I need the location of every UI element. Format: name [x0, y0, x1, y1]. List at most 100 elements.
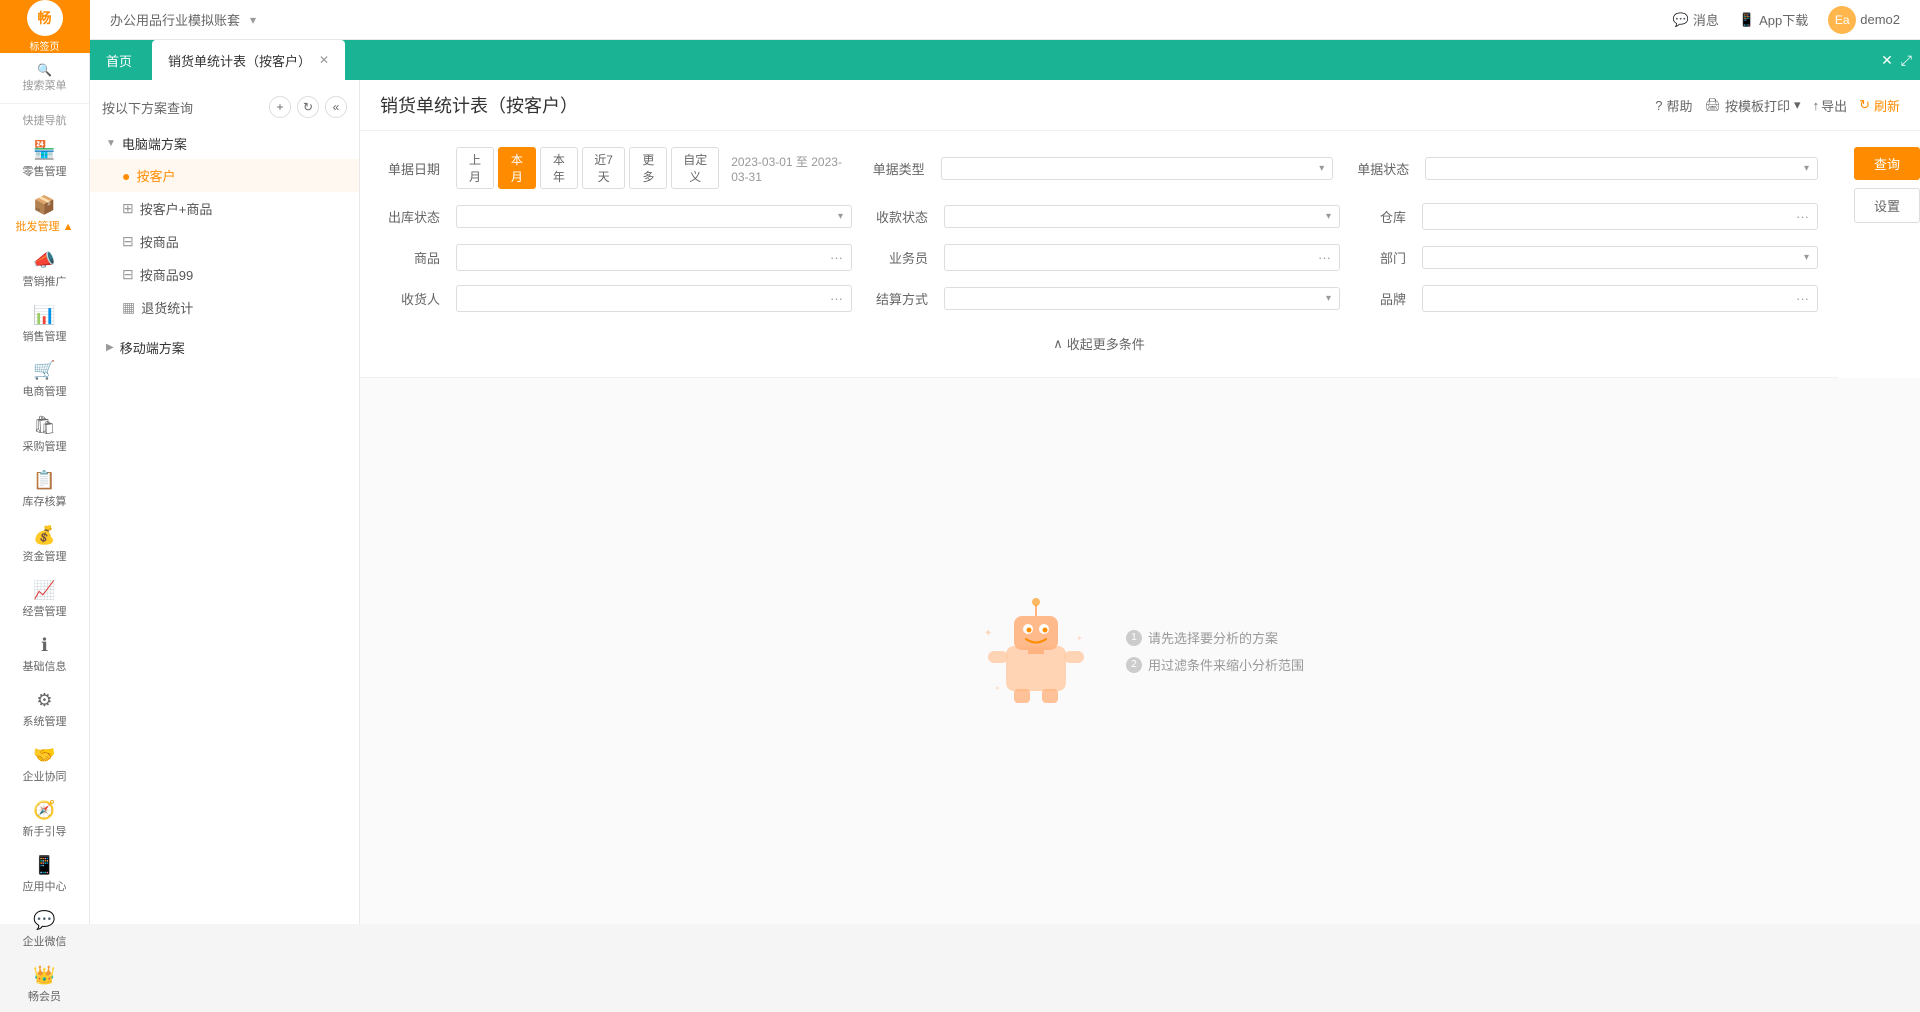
tab-close-btn[interactable]: ✕ — [319, 53, 329, 67]
add-scheme-btn[interactable]: + — [269, 96, 291, 118]
scheme-by-product[interactable]: ⊟ 按商品 — [90, 225, 359, 258]
warehouse-select[interactable]: ··· — [1422, 203, 1818, 230]
collapse-bar[interactable]: ∧ 收起更多条件 — [380, 326, 1818, 361]
tab-sales-stat[interactable]: 销货单统计表（按客户） ✕ — [152, 40, 345, 80]
scheme-by-customer-product[interactable]: ⊞ 按客户+商品 — [90, 192, 359, 225]
department-select[interactable]: ▾ — [1422, 246, 1818, 269]
apps-icon: 📱 — [33, 855, 55, 876]
robot-svg: ✦ ✦ ✦ — [976, 591, 1096, 711]
sidebar-item-purchase[interactable]: 🛍 采购管理 — [0, 407, 89, 462]
order-type-control: ▾ — [941, 157, 1334, 180]
date-btn-last-month[interactable]: 上月 — [456, 147, 494, 189]
empty-robot-illustration: ✦ ✦ ✦ — [976, 591, 1096, 711]
salesperson-select[interactable]: ··· — [944, 244, 1340, 271]
sidebar-item-inventory[interactable]: 📋 库存核算 — [0, 462, 89, 517]
sidebar-item-retail[interactable]: 🏪 零售管理 — [0, 132, 89, 187]
filter-area: 单据日期 上月 本月 本年 近7天 更多 自定义 2023-03-01 至 20… — [360, 131, 1838, 378]
sidebar-item-vip[interactable]: 👑 畅会员 — [0, 957, 89, 1012]
action-buttons: 查询 设置 — [1838, 131, 1920, 378]
sidebar-item-enterprise[interactable]: 🤝 企业协同 — [0, 737, 89, 792]
filter-row-1: 单据日期 上月 本月 本年 近7天 更多 自定义 2023-03-01 至 20… — [380, 147, 1818, 189]
collapse-label: 收起更多条件 — [1067, 334, 1145, 353]
sidebar-item-ecommerce[interactable]: 🛒 电商管理 — [0, 352, 89, 407]
message-btn[interactable]: 💬 消息 — [1673, 10, 1719, 29]
date-btn-custom[interactable]: 自定义 — [671, 147, 719, 189]
sidebar-logo[interactable]: 畅 标签页 — [0, 0, 90, 53]
order-type-select[interactable]: ▾ — [941, 157, 1334, 180]
date-btn-this-month[interactable]: 本月 — [498, 147, 536, 189]
avatar: Ea — [1828, 6, 1856, 34]
receipt-status-select[interactable]: ▾ — [944, 205, 1340, 228]
mobile-section-header[interactable]: ▶ 移动端方案 — [90, 332, 359, 363]
product-label: 商品 — [380, 248, 440, 267]
refresh-scheme-btn[interactable]: ↻ — [297, 96, 319, 118]
date-btn-7days[interactable]: 近7天 — [582, 147, 625, 189]
header-right: 💬 消息 📱 App下载 Ea demo2 — [1673, 6, 1900, 34]
brand-select[interactable]: ··· — [1422, 285, 1818, 312]
app-label: App下载 — [1759, 10, 1808, 29]
date-btn-this-year[interactable]: 本年 — [540, 147, 578, 189]
date-btn-more[interactable]: 更多 — [629, 147, 667, 189]
inventory-icon: 📋 — [33, 470, 55, 491]
export-icon: ↑ — [1813, 98, 1820, 113]
payment-method-label: 结算方式 — [868, 289, 928, 308]
finance-icon: 💰 — [33, 525, 55, 546]
logo-icon: 畅 — [27, 0, 63, 36]
sales-icon: 📊 — [33, 305, 55, 326]
warehouse-label: 仓库 — [1356, 207, 1406, 226]
desktop-arrow-icon: ▼ — [106, 138, 116, 149]
sidebar-item-wholesale[interactable]: 📦 批发管理 ▲ — [0, 187, 89, 242]
avatar-text: Ea — [1835, 13, 1850, 27]
panel-header: 按以下方案查询 + ↻ « — [90, 90, 359, 124]
sidebar-item-apps[interactable]: 📱 应用中心 — [0, 847, 89, 902]
filter-row-2: 出库状态 ▾ 收款状态 ▾ — [380, 203, 1818, 230]
collapse-panel-btn[interactable]: « — [325, 96, 347, 118]
sidebar-item-system[interactable]: ⚙ 系统管理 — [0, 682, 89, 737]
recipient-select[interactable]: ··· — [456, 285, 852, 312]
scheme-refund-stat[interactable]: ▦ 退货统计 — [90, 291, 359, 324]
export-btn[interactable]: ↑ 导出 — [1813, 96, 1848, 115]
refresh-btn[interactable]: ↻ 刷新 — [1859, 96, 1900, 115]
tab-home[interactable]: 首页 — [90, 40, 148, 80]
scheme-by-customer[interactable]: ● 按客户 — [90, 159, 359, 192]
out-status-control: ▾ — [456, 205, 852, 228]
app-download-btn[interactable]: 📱 App下载 — [1739, 10, 1808, 29]
template-print-btn[interactable]: 🖨 按模板打印 ▾ — [1705, 96, 1801, 115]
sidebar-search[interactable]: 🔍 搜索菜单 — [0, 53, 89, 104]
sidebar-item-finance[interactable]: 💰 资金管理 — [0, 517, 89, 572]
sidebar-item-newbie[interactable]: 🧭 新手引导 — [0, 792, 89, 847]
refresh-icon: ↻ — [1859, 97, 1870, 113]
payment-method-select[interactable]: ▾ — [944, 287, 1340, 310]
mobile-section: ▶ 移动端方案 — [90, 328, 359, 367]
bar-icon: ▦ — [122, 299, 135, 316]
sidebar-item-operations[interactable]: 📈 经营管理 — [0, 572, 89, 627]
help-icon: ? — [1655, 98, 1662, 113]
sidebar-item-wechat[interactable]: 💬 企业微信 — [0, 902, 89, 957]
sidebar-item-sales[interactable]: 📊 销售管理 — [0, 297, 89, 352]
sidebar-item-basic[interactable]: ℹ 基础信息 — [0, 627, 89, 682]
recipient-control: ··· — [456, 285, 852, 312]
payment-method-arrow: ▾ — [1326, 293, 1331, 304]
scheme-by-product-99[interactable]: ⊟ 按商品99 — [90, 258, 359, 291]
header-left: 办公用品行业模拟账套 ▾ — [110, 10, 256, 29]
user-avatar-btn[interactable]: Ea demo2 — [1828, 6, 1900, 34]
basic-label: 基础信息 — [23, 658, 67, 674]
vip-label: 畅会员 — [28, 988, 61, 1004]
right-panel: 销货单统计表（按客户） ? 帮助 🖨 按模板打印 ▾ ↑ 导出 — [360, 80, 1920, 924]
refresh-icon: ↻ — [303, 100, 313, 114]
order-status-label: 单据状态 — [1349, 159, 1409, 178]
empty-state-container: ✦ ✦ ✦ 1 请先选择要分析的方案 2 用过滤条件来缩小分析范围 — [976, 591, 1304, 711]
help-btn[interactable]: ? 帮助 — [1655, 96, 1692, 115]
window-maximize-icon[interactable]: ⤢ — [1901, 52, 1912, 69]
inventory-label: 库存核算 — [23, 493, 67, 509]
out-status-select[interactable]: ▾ — [456, 205, 852, 228]
query-btn[interactable]: 查询 — [1854, 147, 1920, 180]
order-status-select[interactable]: ▾ — [1425, 157, 1818, 180]
header-dropdown-icon[interactable]: ▾ — [250, 13, 256, 27]
product-select[interactable]: ··· — [456, 244, 852, 271]
desktop-section-header[interactable]: ▼ 电脑端方案 — [90, 128, 359, 159]
window-close-icon[interactable]: ✕ — [1881, 52, 1893, 69]
wechat-icon: 💬 — [33, 910, 55, 931]
settings-btn[interactable]: 设置 — [1854, 188, 1920, 223]
sidebar-item-marketing[interactable]: 📣 营销推广 — [0, 242, 89, 297]
